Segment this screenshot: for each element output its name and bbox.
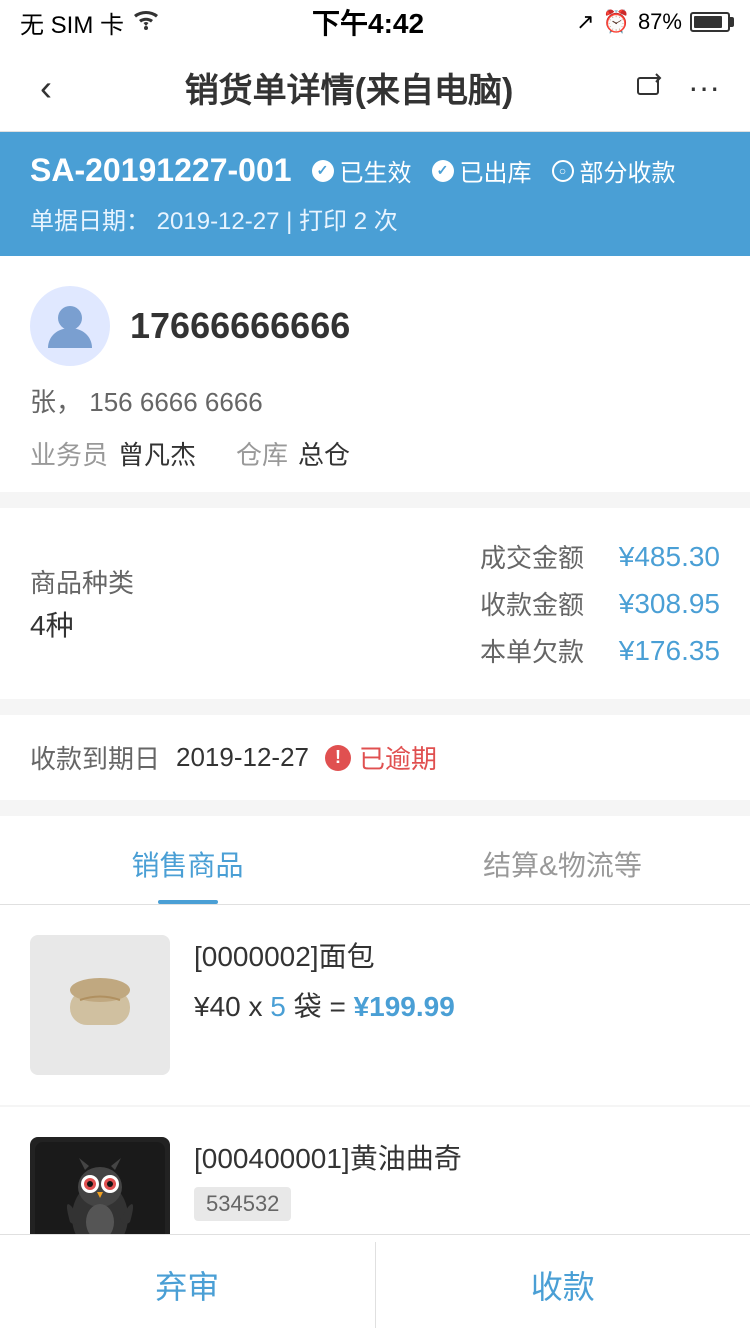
stats-right: 成交金额 ¥485.30 收款金额 ¥308.95 本单欠款 ¥176.35 — [480, 538, 720, 669]
tab-sales-label: 销售商品 — [131, 850, 243, 881]
status-time: 下午4:42 — [312, 2, 424, 42]
customer-name-text: 张， — [30, 387, 82, 417]
bottom-bar: 弃审 收款 — [0, 1234, 750, 1334]
customer-info: 17666666666 — [30, 286, 720, 366]
status-effective: ✓ 已生效 — [312, 153, 412, 188]
print-label: 打印 — [299, 208, 347, 235]
nav-actions: ··· — [636, 68, 720, 108]
warehouse-item: 仓库 总仓 — [236, 435, 350, 472]
product-name-2: [000400001]黄油曲奇 — [194, 1137, 720, 1177]
print-count: 2 — [354, 208, 367, 235]
multiply: x — [249, 991, 271, 1022]
separator: | — [286, 208, 299, 235]
tab-sales[interactable]: 销售商品 — [0, 816, 375, 904]
warehouse-label: 仓库 — [236, 435, 288, 472]
carrier-text: 无 SIM 卡 — [20, 5, 124, 40]
stats-section: 商品种类 4种 成交金额 ¥485.30 收款金额 ¥308.95 本单欠款 ¥… — [0, 508, 750, 699]
amount-label: 成交金额 — [480, 538, 584, 575]
customer-section: 17666666666 张， 156 6666 6666 业务员 曾凡杰 仓库 … — [0, 256, 750, 492]
overdue-badge: ! 已逾期 — [325, 739, 437, 776]
collect-payment-label: 收款 — [531, 1269, 595, 1305]
staff-name: 曾凡杰 — [118, 435, 196, 472]
collect-payment-button[interactable]: 收款 — [376, 1242, 750, 1328]
status-effective-text: 已生效 — [340, 153, 412, 188]
status-bar: 无 SIM 卡 下午4:42 ↗ ⏰ 87% — [0, 0, 750, 44]
status-right: ↗ ⏰ 87% — [576, 9, 730, 35]
received-label: 收款金额 — [480, 585, 584, 622]
check-effective-icon: ✓ — [312, 160, 334, 182]
overdue-icon: ! — [325, 745, 351, 771]
staff-item: 业务员 曾凡杰 — [30, 435, 196, 472]
product-price-line: ¥40 x 5 袋 = ¥199.99 — [194, 985, 720, 1025]
received-row: 收款金额 ¥308.95 — [480, 585, 720, 622]
battery-icon — [690, 12, 730, 32]
unit-price: ¥40 — [194, 991, 241, 1022]
tab-settlement[interactable]: 结算&物流等 — [375, 816, 750, 904]
due-label: 收款到期日 — [30, 739, 160, 776]
back-button[interactable]: ‹ — [30, 57, 62, 119]
product-name: [0000002]面包 — [194, 935, 720, 975]
total-price: ¥199.99 — [354, 991, 455, 1022]
status-partial-text: 部分收款 — [580, 153, 676, 188]
due-section: 收款到期日 2019-12-27 ! 已逾期 — [0, 715, 750, 800]
battery-percent: 87% — [638, 9, 682, 35]
customer-sub-phone: 156 6666 6666 — [89, 387, 263, 417]
abandon-review-button[interactable]: 弃审 — [0, 1242, 376, 1328]
page-title: 销货单详情(来自电脑) — [185, 63, 514, 112]
due-date: 2019-12-27 — [176, 742, 309, 773]
product-tag: 534532 — [194, 1187, 291, 1221]
amount-value: ¥485.30 — [600, 541, 720, 573]
abandon-review-label: 弃审 — [155, 1269, 219, 1305]
customer-meta: 业务员 曾凡杰 仓库 总仓 — [30, 435, 720, 472]
check-shipped-icon: ✓ — [432, 160, 454, 182]
clock-icon: ○ — [552, 160, 574, 182]
order-id: SA-20191227-001 — [30, 152, 292, 189]
status-shipped-text: 已出库 — [460, 153, 532, 188]
received-value: ¥308.95 — [600, 588, 720, 620]
list-item: [0000002]面包 ¥40 x 5 袋 = ¥199.99 — [0, 905, 750, 1105]
equals: = — [329, 991, 353, 1022]
product-thumbnail — [30, 935, 170, 1075]
quantity: 5 — [270, 991, 286, 1022]
customer-detail: 张， 156 6666 6666 — [30, 382, 720, 419]
status-partial: ○ 部分收款 — [552, 153, 676, 188]
status-shipped: ✓ 已出库 — [432, 153, 532, 188]
warehouse-name: 总仓 — [298, 435, 350, 472]
product-details: [0000002]面包 ¥40 x 5 袋 = ¥199.99 — [194, 935, 720, 1025]
staff-label: 业务员 — [30, 435, 108, 472]
unit: 袋 — [294, 991, 322, 1022]
product-kind-label: 商品种类 — [30, 563, 134, 600]
customer-phone[interactable]: 17666666666 — [130, 305, 350, 347]
more-icon[interactable]: ··· — [688, 69, 720, 106]
order-header-band: SA-20191227-001 ✓ 已生效 ✓ 已出库 ○ 部分收款 单据日期：… — [0, 132, 750, 256]
date-label: 单据日期： — [30, 208, 150, 235]
debt-label: 本单欠款 — [480, 632, 584, 669]
debt-row: 本单欠款 ¥176.35 — [480, 632, 720, 669]
stats-left: 商品种类 4种 — [30, 538, 134, 669]
nav-bar: ‹ 销货单详情(来自电脑) ··· — [0, 44, 750, 132]
order-date-line: 单据日期： 2019-12-27 | 打印 2 次 — [30, 201, 720, 236]
location-icon: ↗ — [576, 9, 594, 35]
tabs-container: 销售商品 结算&物流等 — [0, 816, 750, 905]
avatar — [30, 286, 110, 366]
order-date: 2019-12-27 — [157, 208, 280, 235]
product-kind-value: 4种 — [30, 604, 134, 644]
print-suffix: 次 — [374, 208, 398, 235]
wifi-icon — [132, 8, 160, 37]
status-carrier: 无 SIM 卡 — [20, 5, 160, 40]
debt-value: ¥176.35 — [600, 635, 720, 667]
alarm-icon: ⏰ — [603, 9, 630, 35]
overdue-text: 已逾期 — [359, 739, 437, 776]
tab-settlement-label: 结算&物流等 — [483, 850, 642, 881]
amount-row: 成交金额 ¥485.30 — [480, 538, 720, 575]
share-icon[interactable] — [636, 68, 668, 108]
